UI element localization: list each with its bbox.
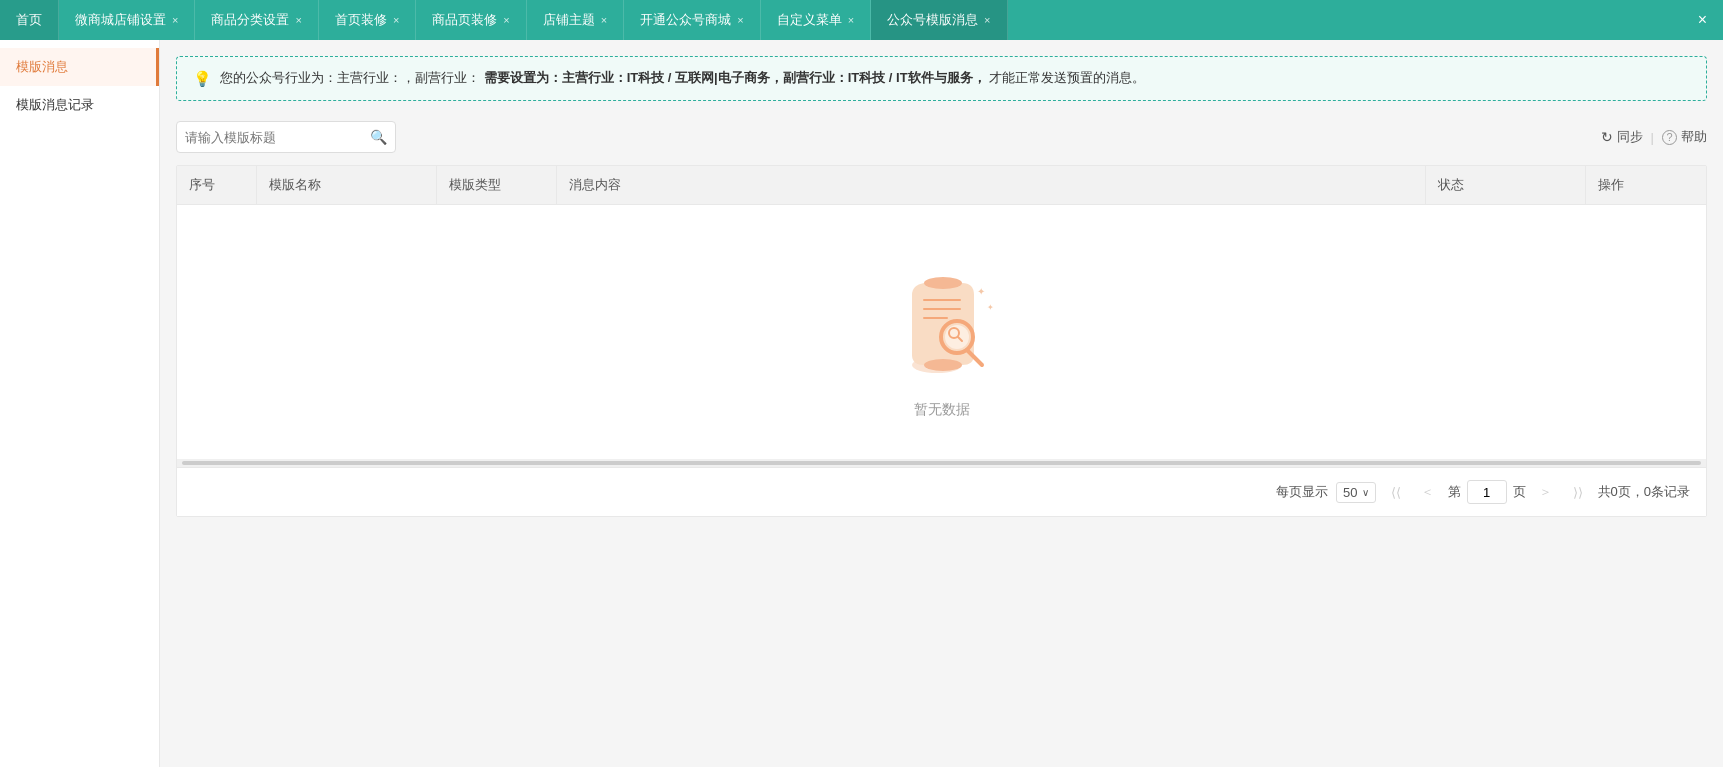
horizontal-scrollbar[interactable] (177, 459, 1706, 467)
notice-box: 💡 您的公众号行业为：主营行业：，副营行业： 需要设置为：主营行业：IT科技 /… (176, 56, 1707, 101)
search-input[interactable] (185, 130, 370, 145)
col-template-name: 模版名称 (257, 166, 437, 204)
empty-text: 暂无数据 (914, 401, 970, 419)
close-shop-theme[interactable]: × (601, 14, 607, 26)
empty-icon: ✦ ✦ (882, 265, 1002, 385)
total-info: 共0页，0条记录 (1598, 483, 1690, 501)
toolbar: 🔍 ↻ 同步 | ? 帮助 (176, 121, 1707, 153)
page-number-input[interactable] (1467, 480, 1507, 504)
main-layout: 模版消息 模版消息记录 💡 您的公众号行业为：主营行业：，副营行业： 需要设置为… (0, 40, 1723, 767)
toolbar-right: ↻ 同步 | ? 帮助 (1601, 128, 1707, 146)
sidebar-item-template-msg-record[interactable]: 模版消息记录 (0, 86, 159, 124)
col-status: 状态 (1426, 166, 1586, 204)
close-custom-menu[interactable]: × (848, 14, 854, 26)
close-category-settings[interactable]: × (295, 14, 301, 26)
close-open-mall[interactable]: × (737, 14, 743, 26)
close-product-decor[interactable]: × (503, 14, 509, 26)
nav-open-mall[interactable]: 开通公众号商城 × (624, 0, 760, 40)
nav-home[interactable]: 首页 (0, 0, 59, 40)
col-template-type: 模版类型 (437, 166, 557, 204)
empty-state: ✦ ✦ 暂无数据 (177, 205, 1706, 459)
nav-template-msg[interactable]: 公众号模版消息 × (871, 0, 1007, 40)
data-table: 序号 模版名称 模版类型 消息内容 状态 操作 (176, 165, 1707, 517)
window-close-button[interactable]: × (1682, 0, 1723, 40)
scroll-thumb[interactable] (182, 461, 1701, 465)
top-navigation: 首页 微商城店铺设置 × 商品分类设置 × 首页装修 × 商品页装修 × 店铺主… (0, 0, 1723, 40)
close-template-msg[interactable]: × (984, 14, 990, 26)
svg-point-1 (924, 277, 962, 289)
sync-button[interactable]: ↻ 同步 (1601, 128, 1643, 146)
prev-page-button[interactable]: ＜ (1416, 480, 1440, 504)
search-box: 🔍 (176, 121, 396, 153)
pagination: 每页显示 50 ∨ ⟨⟨ ＜ 第 页 ＞ ⟩⟩ 共0页，0条记录 (177, 467, 1706, 516)
toolbar-divider: | (1651, 130, 1654, 145)
table-header: 序号 模版名称 模版类型 消息内容 状态 操作 (177, 166, 1706, 205)
first-page-button[interactable]: ⟨⟨ (1384, 480, 1408, 504)
nav-shop-settings[interactable]: 微商城店铺设置 × (59, 0, 195, 40)
help-icon: ? (1662, 130, 1677, 145)
sync-icon: ↻ (1601, 129, 1613, 145)
nav-shop-theme[interactable]: 店铺主题 × (527, 0, 624, 40)
page-size-label: 每页显示 (1276, 483, 1328, 501)
content-area: 💡 您的公众号行业为：主营行业：，副营行业： 需要设置为：主营行业：IT科技 /… (160, 40, 1723, 767)
sidebar: 模版消息 模版消息记录 (0, 40, 160, 767)
page-input-group: 第 页 (1448, 480, 1526, 504)
col-message-content: 消息内容 (557, 166, 1426, 204)
last-page-button[interactable]: ⟩⟩ (1566, 480, 1590, 504)
help-button[interactable]: ? 帮助 (1662, 128, 1707, 146)
svg-text:✦: ✦ (987, 303, 994, 312)
chevron-down-icon: ∨ (1362, 487, 1369, 498)
close-home-decor[interactable]: × (393, 14, 399, 26)
notice-text: 您的公众号行业为：主营行业：，副营行业： 需要设置为：主营行业：IT科技 / 互… (220, 69, 1145, 87)
nav-custom-menu[interactable]: 自定义菜单 × (761, 0, 871, 40)
nav-home-decor[interactable]: 首页装修 × (319, 0, 416, 40)
svg-text:✦: ✦ (977, 286, 985, 297)
nav-product-decor[interactable]: 商品页装修 × (416, 0, 526, 40)
page-size-select[interactable]: 50 ∨ (1336, 482, 1375, 503)
sidebar-item-template-msg[interactable]: 模版消息 (0, 48, 159, 86)
col-action: 操作 (1586, 166, 1706, 204)
col-index: 序号 (177, 166, 257, 204)
nav-category-settings[interactable]: 商品分类设置 × (195, 0, 318, 40)
search-icon[interactable]: 🔍 (370, 129, 387, 145)
close-shop-settings[interactable]: × (172, 14, 178, 26)
next-page-button[interactable]: ＞ (1534, 480, 1558, 504)
bulb-icon: 💡 (193, 70, 212, 88)
svg-point-2 (924, 359, 962, 371)
